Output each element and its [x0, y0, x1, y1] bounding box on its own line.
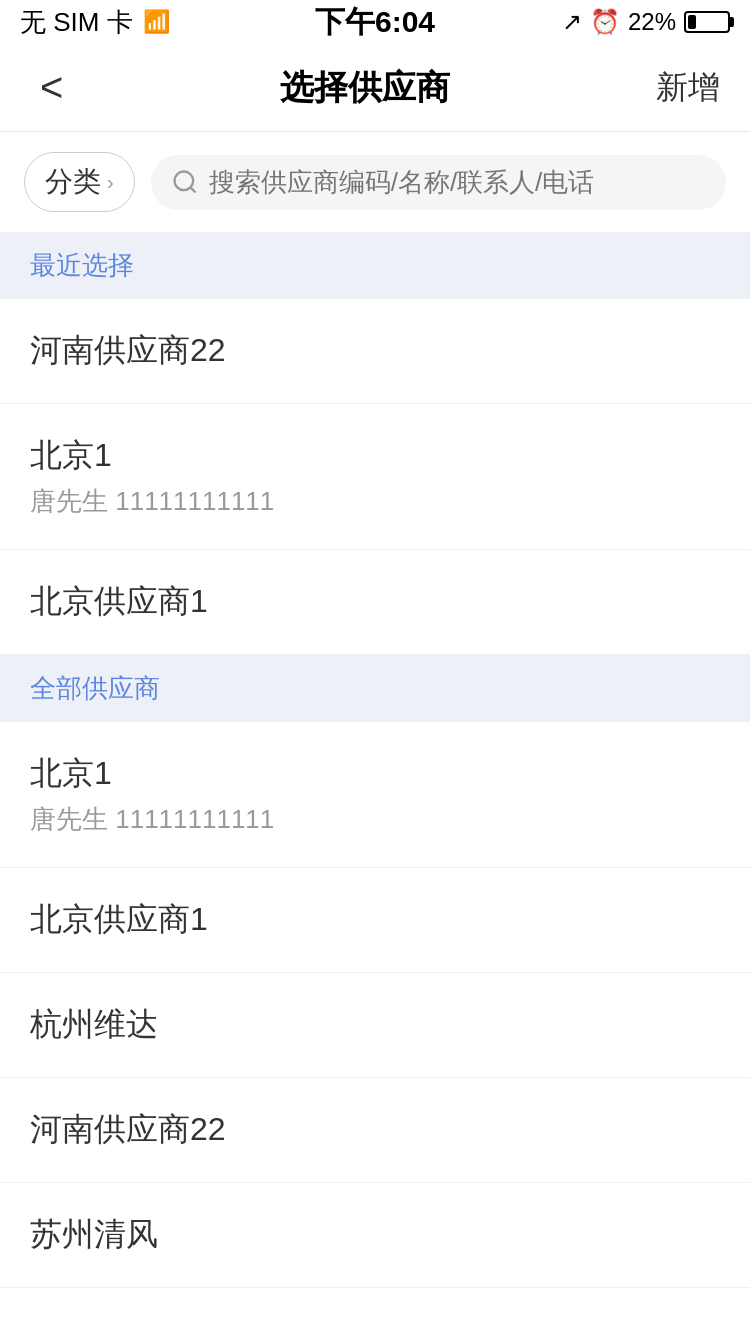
- wifi-icon: 📶: [143, 9, 170, 35]
- item-name-a1: 北京1: [30, 752, 720, 796]
- nav-bar: < 选择供应商 新增: [0, 44, 750, 132]
- list-item-r1[interactable]: 河南供应商22: [0, 299, 750, 404]
- page-title: 选择供应商: [280, 65, 450, 111]
- item-sub-a1: 唐先生 11111111111: [30, 802, 720, 837]
- list-item-a2[interactable]: 北京供应商1: [0, 868, 750, 973]
- item-name-a5: 苏州清风: [30, 1213, 720, 1257]
- item-name-r1: 河南供应商22: [30, 329, 720, 373]
- list-item-a4[interactable]: 河南供应商22: [0, 1078, 750, 1183]
- search-bar: 分类 ›: [0, 132, 750, 232]
- chevron-right-icon: ›: [107, 171, 114, 194]
- list-item-r3[interactable]: 北京供应商1: [0, 550, 750, 655]
- section-header-all: 全部供应商: [0, 655, 750, 722]
- section-header-text-all: 全部供应商: [30, 673, 160, 703]
- status-indicators: ↗ ⏰ 22%: [562, 8, 730, 36]
- battery-pct: 22%: [628, 8, 676, 36]
- back-button[interactable]: <: [30, 55, 73, 120]
- search-icon: [171, 168, 199, 196]
- item-name-r3: 北京供应商1: [30, 580, 720, 624]
- section-header-text-recent: 最近选择: [30, 250, 134, 280]
- svg-line-1: [190, 187, 195, 192]
- status-time: 下午6:04: [315, 2, 435, 43]
- item-name-a3: 杭州维达: [30, 1003, 720, 1047]
- section-header-recent: 最近选择: [0, 232, 750, 299]
- list-item-a3[interactable]: 杭州维达: [0, 973, 750, 1078]
- item-name-a2: 北京供应商1: [30, 898, 720, 942]
- category-button[interactable]: 分类 ›: [24, 152, 135, 212]
- list-item-a1[interactable]: 北京1 唐先生 11111111111: [0, 722, 750, 868]
- item-sub-r2: 唐先生 11111111111: [30, 484, 720, 519]
- svg-point-0: [174, 172, 193, 191]
- list-item-a5[interactable]: 苏州清风: [0, 1183, 750, 1288]
- add-button[interactable]: 新增: [656, 66, 720, 110]
- list-item-r2[interactable]: 北京1 唐先生 11111111111: [0, 404, 750, 550]
- alarm-icon: ⏰: [590, 8, 620, 36]
- item-name-r2: 北京1: [30, 434, 720, 478]
- category-label: 分类: [45, 163, 101, 201]
- item-name-a4: 河南供应商22: [30, 1108, 720, 1152]
- status-bar: 无 SIM 卡 📶 下午6:04 ↗ ⏰ 22%: [0, 0, 750, 44]
- battery-icon: [684, 11, 730, 33]
- search-input[interactable]: [209, 167, 706, 198]
- search-input-wrap: [151, 155, 726, 210]
- sections-container: 最近选择河南供应商22 北京1 唐先生 11111111111 北京供应商1 全部供应商…: [0, 232, 750, 1288]
- status-carrier: 无 SIM 卡 📶: [20, 5, 170, 40]
- location-icon: ↗: [562, 8, 582, 36]
